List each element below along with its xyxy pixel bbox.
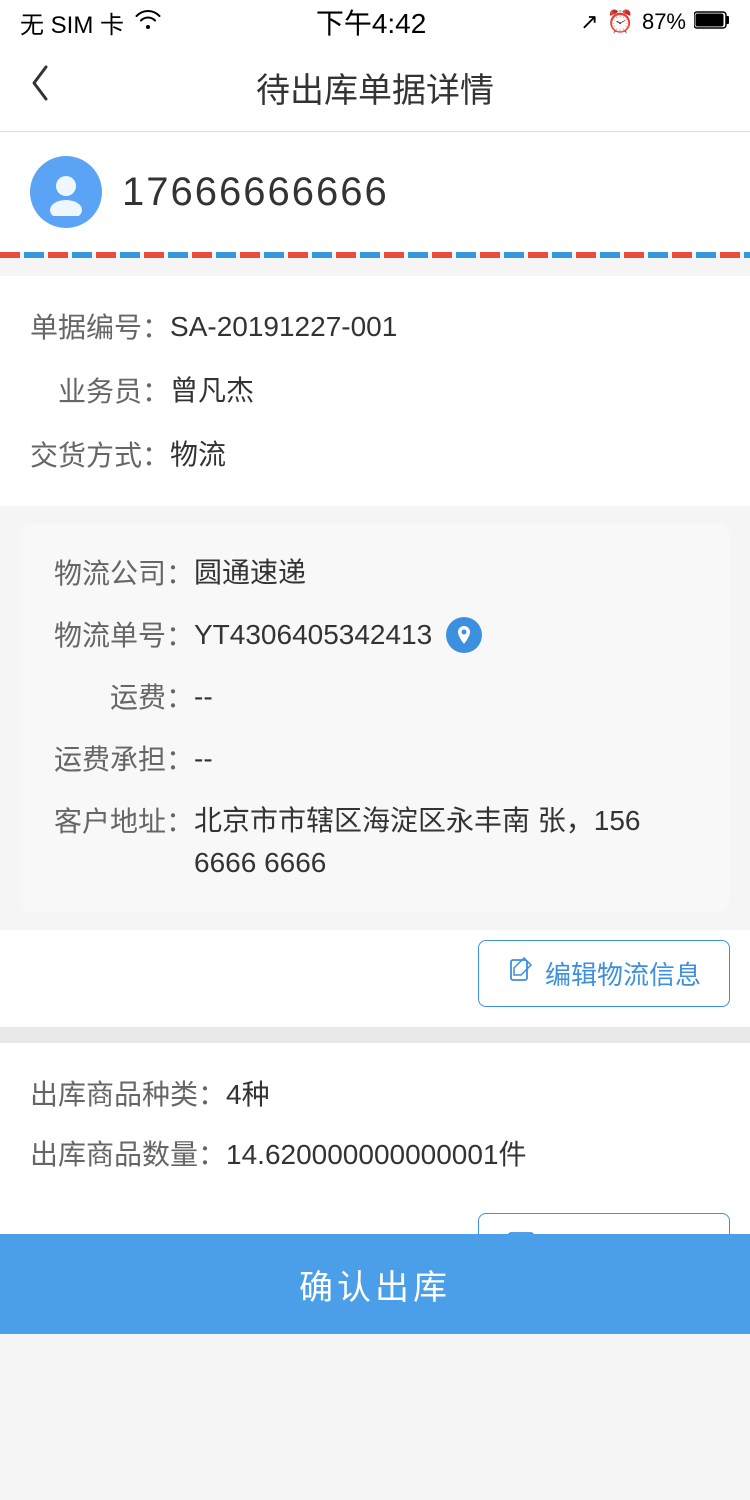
customer-address-row: 客户地址： 北京市市辖区海淀区永丰南 张，156 6666 6666 bbox=[44, 800, 706, 884]
status-right: ↗ ⏰ 87% bbox=[580, 9, 730, 35]
customer-phone: 17666666666 bbox=[122, 170, 389, 215]
product-type-value: 4种 bbox=[226, 1073, 720, 1113]
freight-label: 运费： bbox=[44, 676, 194, 716]
freight-bear-row: 运费承担： -- bbox=[44, 738, 706, 780]
freight-value: -- bbox=[194, 676, 706, 718]
delivery-method-label: 交货方式： bbox=[30, 434, 170, 474]
sales-person-row: 业务员： 曾凡杰 bbox=[30, 370, 720, 412]
order-number-label: 单据编号： bbox=[30, 306, 170, 346]
back-button[interactable] bbox=[28, 63, 52, 113]
summary-section: 出库商品种类： 4种 出库商品数量： 14.620000000000001件 bbox=[0, 1043, 750, 1203]
nav-bar: 待出库单据详情 bbox=[0, 44, 750, 132]
status-left: 无 SIM 卡 bbox=[20, 5, 162, 40]
sim-signal: 无 SIM 卡 bbox=[20, 5, 124, 40]
tracking-number-value: YT43064053424​13 bbox=[194, 614, 706, 656]
order-number-value: SA-20191227-001 bbox=[170, 306, 720, 348]
tracking-number-row: 物流单号： YT43064053424​13 bbox=[44, 614, 706, 656]
sales-person-label: 业务员： bbox=[30, 370, 170, 410]
customer-address-label: 客户地址： bbox=[44, 800, 194, 840]
delivery-method-value: 物流 bbox=[170, 434, 720, 476]
status-bar: 无 SIM 卡 下午4:42 ↗ ⏰ 87% bbox=[0, 0, 750, 44]
battery-icon bbox=[694, 9, 730, 35]
section-separator bbox=[0, 1027, 750, 1043]
edit-icon bbox=[507, 956, 535, 991]
battery-text: 87% bbox=[642, 9, 686, 35]
location-status-icon: ↗ bbox=[580, 9, 598, 35]
logistics-card: 物流公司： 圆通速递 物流单号： YT43064053424​13 运费： --… bbox=[20, 524, 730, 912]
avatar bbox=[30, 156, 102, 228]
confirm-btn-label: 确认出库 bbox=[299, 1260, 451, 1309]
page-title: 待出库单据详情 bbox=[256, 63, 494, 112]
product-qty-row: 出库商品数量： 14.620000000000001件 bbox=[30, 1133, 720, 1173]
edit-btn-container: 编辑物流信息 bbox=[0, 930, 750, 1027]
logistics-company-row: 物流公司： 圆通速递 bbox=[44, 552, 706, 594]
product-type-label: 出库商品种类： bbox=[30, 1073, 226, 1113]
logistics-company-label: 物流公司： bbox=[44, 552, 194, 592]
sales-person-value: 曾凡杰 bbox=[170, 370, 720, 412]
order-number-row: 单据编号： SA-20191227-001 bbox=[30, 306, 720, 348]
edit-logistics-button[interactable]: 编辑物流信息 bbox=[478, 940, 730, 1007]
confirm-btn-bar[interactable]: 确认出库 bbox=[0, 1234, 750, 1334]
status-time: 下午4:42 bbox=[316, 2, 427, 42]
tracking-number-label: 物流单号： bbox=[44, 614, 194, 654]
wifi-icon bbox=[134, 8, 162, 36]
customer-address-value: 北京市市辖区海淀区永丰南 张，156 6666 6666 bbox=[194, 800, 706, 884]
edit-btn-label: 编辑物流信息 bbox=[545, 955, 701, 992]
product-type-row: 出库商品种类： 4种 bbox=[30, 1073, 720, 1113]
product-qty-value: 14.620000000000001件 bbox=[226, 1133, 720, 1173]
delivery-method-row: 交货方式： 物流 bbox=[30, 434, 720, 476]
edit-btn-row: 编辑物流信息 bbox=[0, 930, 750, 1027]
logistics-company-value: 圆通速递 bbox=[194, 552, 706, 594]
alarm-icon: ⏰ bbox=[607, 9, 634, 35]
tracking-location-icon[interactable] bbox=[446, 617, 482, 653]
product-qty-label: 出库商品数量： bbox=[30, 1133, 226, 1173]
order-info-section: 单据编号： SA-20191227-001 业务员： 曾凡杰 交货方式： 物流 bbox=[0, 276, 750, 506]
freight-row: 运费： -- bbox=[44, 676, 706, 718]
customer-header: 17666666666 bbox=[0, 132, 750, 252]
freight-bear-label: 运费承担： bbox=[44, 738, 194, 778]
dashed-divider bbox=[0, 252, 750, 258]
freight-bear-value: -- bbox=[194, 738, 706, 780]
